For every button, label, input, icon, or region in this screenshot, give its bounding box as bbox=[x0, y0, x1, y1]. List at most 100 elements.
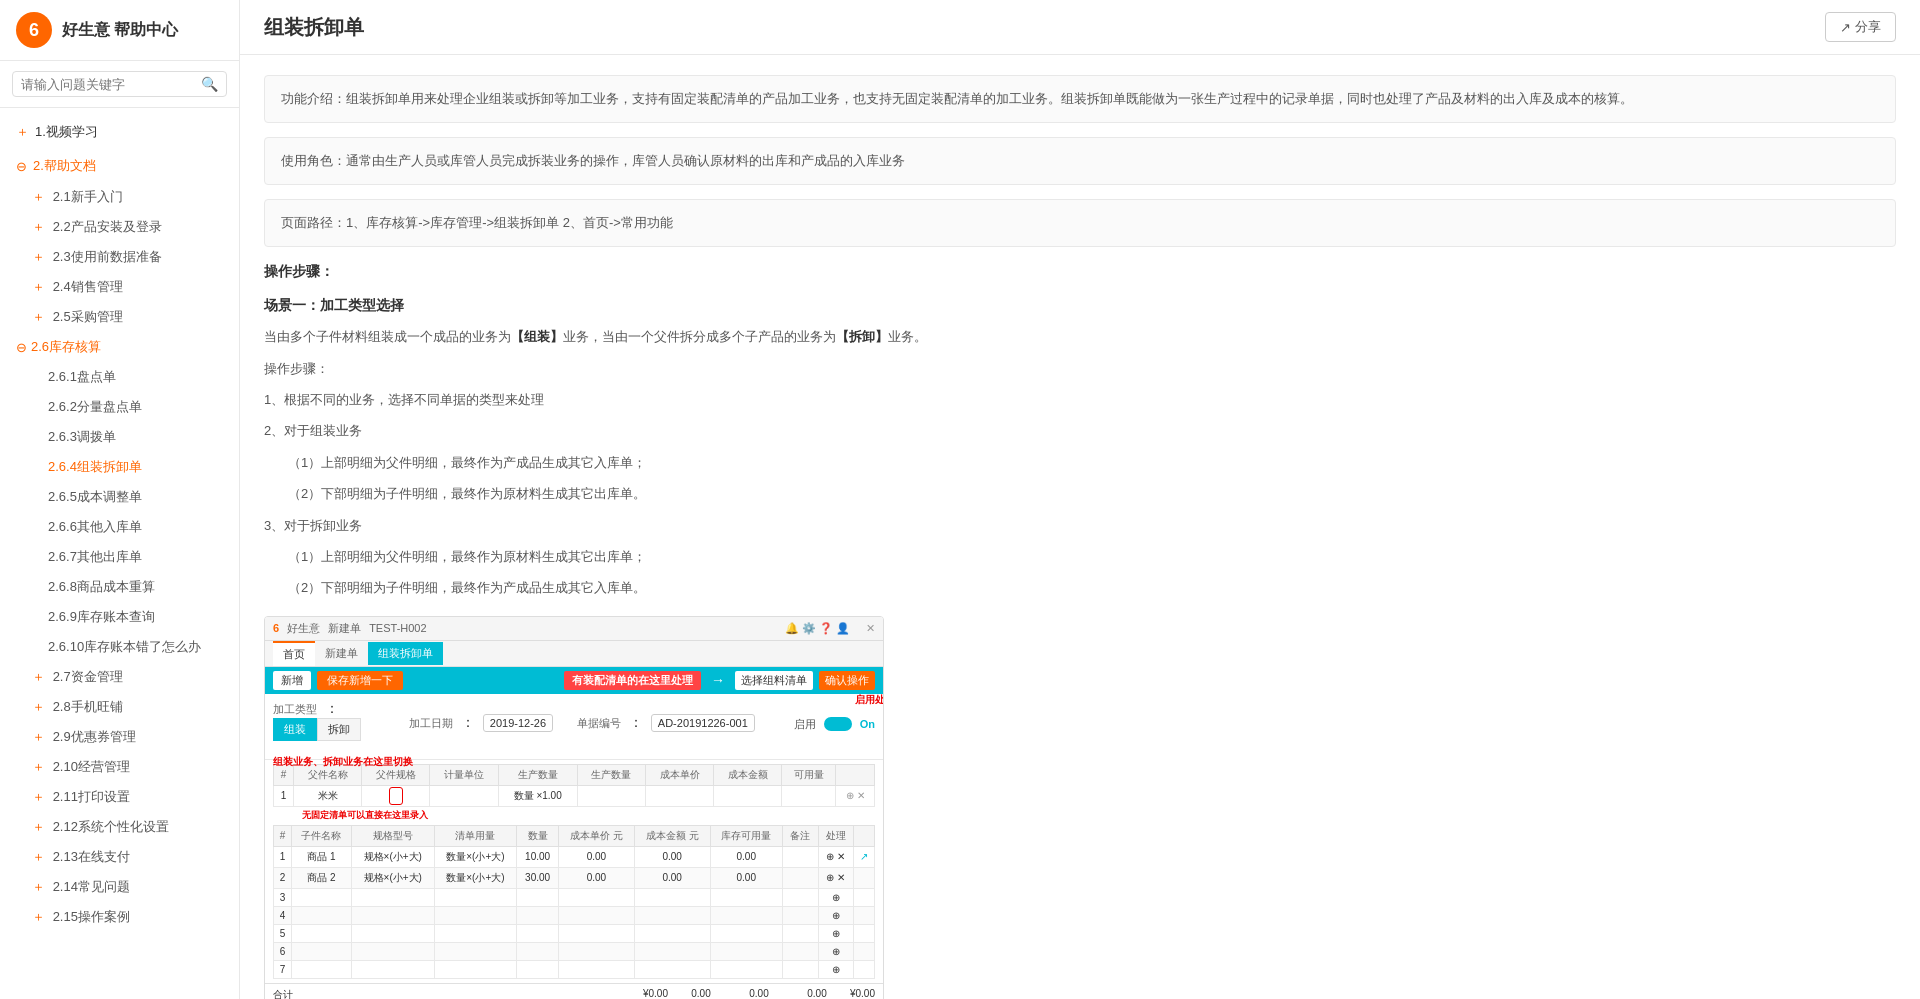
sidebar-item-label: 1.视频学习 bbox=[35, 123, 98, 141]
sidebar-item-2-6-3[interactable]: 2.6.3调拨单 bbox=[16, 422, 239, 452]
td-qty2 bbox=[577, 785, 645, 806]
sidebar-item-2-6-7[interactable]: 2.6.7其他出库单 bbox=[16, 542, 239, 572]
step3-2: （2）下部明细为子件明细，最终作为产成品生成其它入库单。 bbox=[264, 576, 1896, 599]
sidebar-item-2-6[interactable]: ⊖ 2.6库存核算 bbox=[0, 332, 239, 362]
td2-action: ↗ bbox=[854, 846, 875, 867]
sidebar-item-2-10[interactable]: ＋ 2.10经营管理 bbox=[0, 752, 239, 782]
td2-avail6 bbox=[710, 942, 782, 960]
sidebar-item-2-5[interactable]: ＋ 2.5采购管理 bbox=[0, 302, 239, 332]
sidebar-item-2-6-2[interactable]: 2.6.2分量盘点单 bbox=[16, 392, 239, 422]
td2-note7 bbox=[782, 960, 818, 978]
sidebar-label: 2.11打印设置 bbox=[53, 789, 130, 804]
ss-toggle[interactable] bbox=[824, 717, 852, 731]
step3: 3、对于拆卸业务 bbox=[264, 514, 1896, 537]
sidebar-item-2-7[interactable]: ＋ 2.7资金管理 bbox=[0, 662, 239, 692]
share-label: 分享 bbox=[1855, 18, 1881, 36]
sidebar-item-2-6-4[interactable]: 2.6.4组装拆卸单 bbox=[16, 452, 239, 482]
td2-spec7 bbox=[351, 960, 434, 978]
td-parent-spec bbox=[362, 785, 430, 806]
role-box: 使用角色：通常由生产人员或库管人员完成拆装业务的操作，库管人员确认原材料的出库和… bbox=[264, 137, 1896, 185]
ss-order-label: 单据编号 bbox=[577, 717, 621, 729]
sidebar-item-2-8[interactable]: ＋ 2.8手机旺铺 bbox=[0, 692, 239, 722]
sidebar-label: 2.8手机旺铺 bbox=[53, 699, 123, 714]
td2-spec3 bbox=[351, 888, 434, 906]
role-text: 使用角色：通常由生产人员或库管人员完成拆装业务的操作，库管人员确认原材料的出库和… bbox=[281, 153, 905, 168]
td2-bom3 bbox=[434, 888, 517, 906]
sidebar-item-2-6-9[interactable]: 2.6.9库存账本查询 bbox=[16, 602, 239, 632]
ss-annotation1: 有装配清单的在这里处理 bbox=[564, 671, 701, 690]
intro-text: 功能介绍：组装拆卸单用来处理企业组装或拆卸等加工业务，支持有固定装配清单的产品加… bbox=[281, 91, 1633, 106]
sidebar-item-2-6-10[interactable]: 2.6.10库存账本错了怎么办 bbox=[16, 632, 239, 662]
td2-qty5 bbox=[517, 924, 559, 942]
ss-btn-select-bom[interactable]: 选择组料清单 bbox=[735, 671, 813, 690]
main-header: 组装拆卸单 ↗ 分享 bbox=[240, 0, 1920, 55]
footer-qty3: 0.00 bbox=[792, 988, 842, 999]
sidebar-item-2-6-1[interactable]: 2.6.1盘点单 bbox=[16, 362, 239, 392]
ss-tab-assembly[interactable]: 组装 bbox=[273, 718, 317, 741]
sidebar-item-2-2[interactable]: ＋ 2.2产品安装及登录 bbox=[0, 212, 239, 242]
td2-avail4 bbox=[710, 906, 782, 924]
ss-btn-add[interactable]: 新增 bbox=[273, 671, 311, 690]
ss-date-input[interactable]: 2019-12-26 bbox=[483, 714, 553, 732]
td2-bom: 数量×(小+大) bbox=[434, 846, 517, 867]
ss-colon1: ： bbox=[325, 700, 339, 716]
nav-group-video: ＋ 1.视频学习 bbox=[0, 116, 239, 148]
ss-tab-new[interactable]: 新建单 bbox=[315, 642, 368, 665]
td2-note5 bbox=[782, 924, 818, 942]
sidebar-item-2-6-6[interactable]: 2.6.6其他入库单 bbox=[16, 512, 239, 542]
sidebar-label: 2.2产品安装及登录 bbox=[53, 219, 162, 234]
step2-2: （2）下部明细为子件明细，最终作为原材料生成其它出库单。 bbox=[264, 482, 1896, 505]
sidebar-item-2-6-8[interactable]: 2.6.8商品成本重算 bbox=[16, 572, 239, 602]
sidebar-item-docs[interactable]: ⊖ 2.帮助文档 bbox=[0, 150, 239, 182]
search-icon[interactable]: 🔍 bbox=[201, 76, 218, 92]
ss-tab-list[interactable]: 组装拆卸单 bbox=[368, 642, 443, 665]
th-avail: 可用量 bbox=[782, 764, 836, 785]
screenshot-container: 6 好生意 新建单 TEST-H002 🔔 ⚙️ ❓ 👤 ✕ 首页 新建单 组装… bbox=[264, 616, 884, 999]
ss-tab-disassembly[interactable]: 拆卸 bbox=[317, 718, 361, 741]
ss-form-area: 加工类型 ： 组装 拆卸 组装业务、拆卸业务在这里切换 加工日期 ： bbox=[265, 694, 883, 760]
sidebar-item-2-15[interactable]: ＋ 2.15操作案例 bbox=[0, 902, 239, 932]
td2-ops6: ⊕ bbox=[818, 942, 854, 960]
plus-icon: ＋ bbox=[32, 729, 45, 744]
sidebar: 6 好生意 帮助中心 🔍 ＋ 1.视频学习 ⊖ 2.帮助文档 ＋ 2.1新手入 bbox=[0, 0, 240, 999]
td2-spec5 bbox=[351, 924, 434, 942]
ss-tab-home[interactable]: 首页 bbox=[273, 641, 315, 666]
ss-order-input[interactable]: AD-20191226-001 bbox=[651, 714, 755, 732]
sidebar-item-2-3[interactable]: ＋ 2.3使用前数据准备 bbox=[0, 242, 239, 272]
td2-cost-amt3 bbox=[634, 888, 710, 906]
search-input[interactable] bbox=[21, 77, 201, 92]
td-spec-input[interactable] bbox=[389, 787, 403, 805]
table-row: 6 ⊕ bbox=[274, 942, 875, 960]
sidebar-item-2-9[interactable]: ＋ 2.9优惠券管理 bbox=[0, 722, 239, 752]
ss-btn-confirm[interactable]: 确认操作 bbox=[819, 671, 875, 690]
td2-cost-amt5 bbox=[634, 924, 710, 942]
ss-icons: 🔔 ⚙️ ❓ 👤 bbox=[785, 622, 850, 635]
sidebar-item-2-11[interactable]: ＋ 2.11打印设置 bbox=[0, 782, 239, 812]
intro-box: 功能介绍：组装拆卸单用来处理企业组装或拆卸等加工业务，支持有固定装配清单的产品加… bbox=[264, 75, 1896, 123]
logo-icon: 6 bbox=[16, 12, 52, 48]
td2-cost-price3 bbox=[558, 888, 634, 906]
sidebar-item-2-14[interactable]: ＋ 2.14常见问题 bbox=[0, 872, 239, 902]
th-ops bbox=[836, 764, 875, 785]
sidebar-item-2-1[interactable]: ＋ 2.1新手入门 bbox=[0, 182, 239, 212]
ss-btn-save[interactable]: 保存新增一下 bbox=[317, 671, 403, 690]
share-button[interactable]: ↗ 分享 bbox=[1825, 12, 1896, 42]
sidebar-label: 2.3使用前数据准备 bbox=[53, 249, 162, 264]
sidebar-item-2-4[interactable]: ＋ 2.4销售管理 bbox=[0, 272, 239, 302]
sidebar-item-2-12[interactable]: ＋ 2.12系统个性化设置 bbox=[0, 812, 239, 842]
td2-spec6 bbox=[351, 942, 434, 960]
ss-main-table-area: # 父件名称 父件规格 计量单位 生产数量 生产数量 成本单价 成本金额 可用量 bbox=[265, 760, 883, 983]
sidebar-item-2-6-5[interactable]: 2.6.5成本调整单 bbox=[16, 482, 239, 512]
sidebar-item-label: 2.帮助文档 bbox=[33, 157, 96, 175]
steps-title: 操作步骤： bbox=[264, 263, 1896, 281]
nav-group-docs: ⊖ 2.帮助文档 ＋ 2.1新手入门 ＋ 2.2产品安装及登录 ＋ 2.3使用前… bbox=[0, 150, 239, 932]
td-parent-name: 米米 无固定清单可以直接在这里录入 bbox=[294, 785, 362, 806]
td2-ops2: ⊕ ✕ bbox=[818, 867, 854, 888]
ss-toolbar: 新增 保存新增一下 有装配清单的在这里处理 → 选择组料清单 确认操作 bbox=[265, 667, 883, 694]
sidebar-item-2-13[interactable]: ＋ 2.13在线支付 bbox=[0, 842, 239, 872]
sidebar-item-video[interactable]: ＋ 1.视频学习 bbox=[0, 116, 239, 148]
screenshot-inner: 6 好生意 新建单 TEST-H002 🔔 ⚙️ ❓ 👤 ✕ 首页 新建单 组装… bbox=[265, 617, 883, 999]
td2-num3: 3 bbox=[274, 888, 292, 906]
td2-avail: 0.00 bbox=[710, 846, 782, 867]
ss-order-wrap: 单据编号 ： AD-20191226-001 bbox=[577, 714, 755, 732]
